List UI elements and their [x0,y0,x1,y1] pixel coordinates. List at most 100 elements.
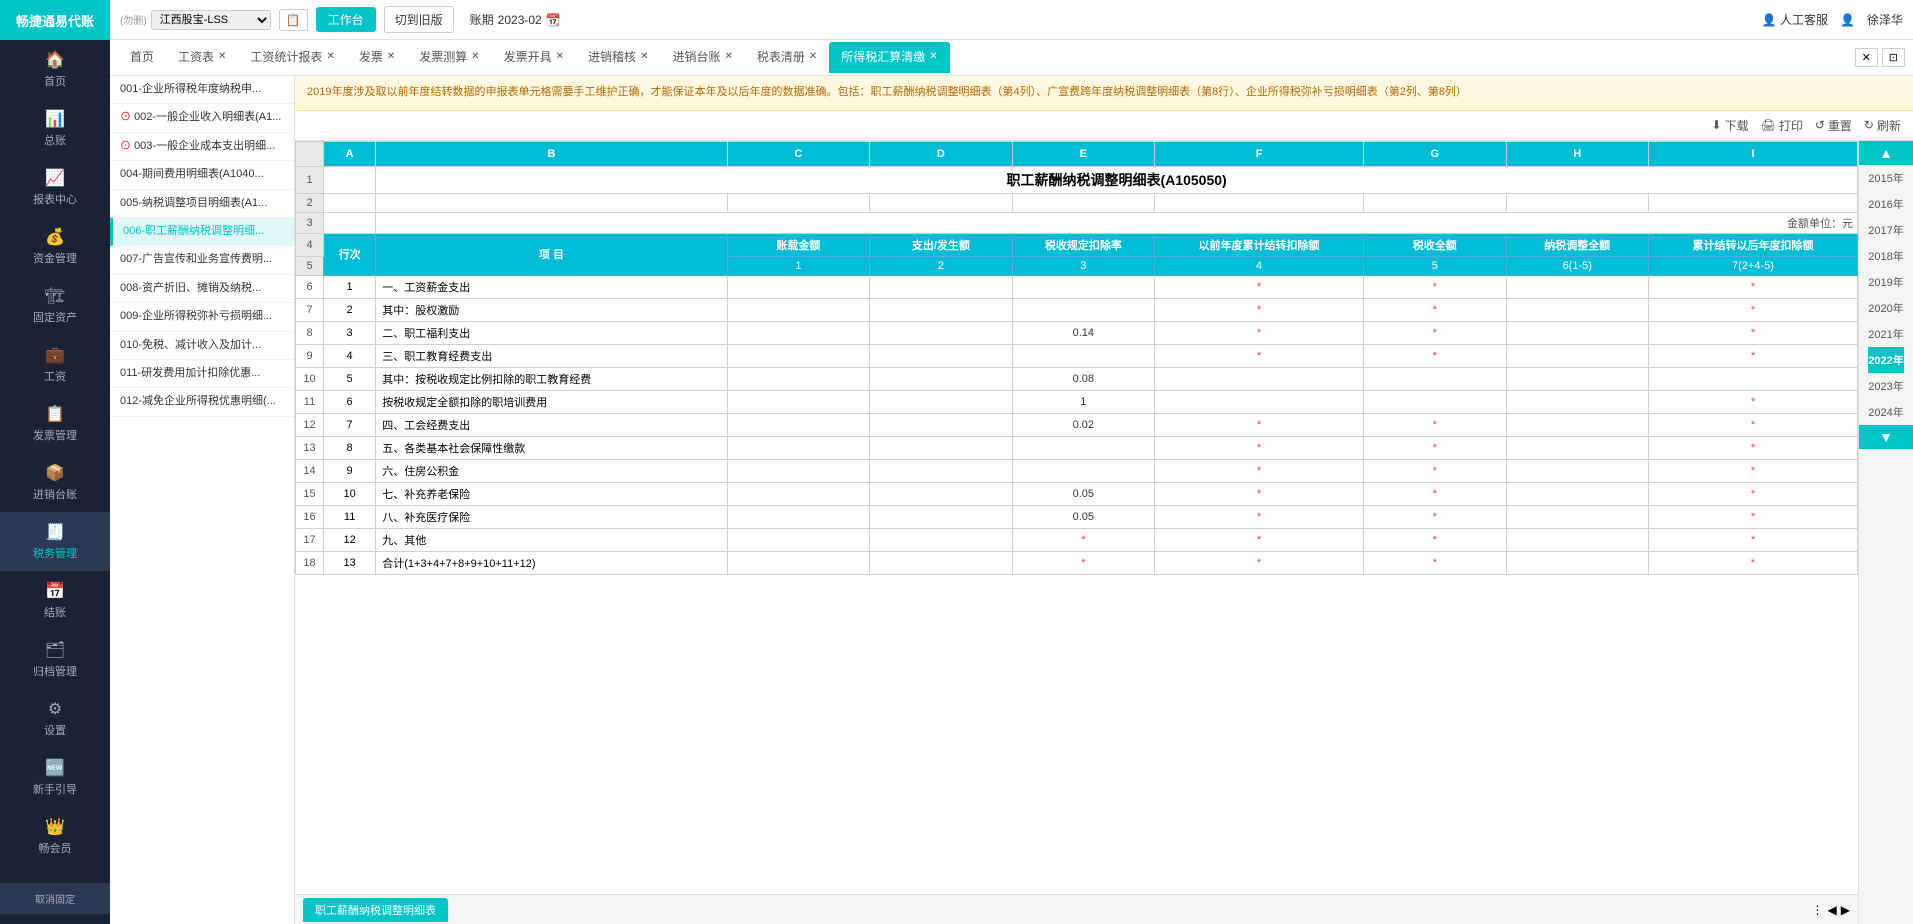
tab-purchase-check[interactable]: 进销稽核 ✕ [576,42,660,73]
cell-c1[interactable] [727,436,869,459]
cell-c3[interactable] [1012,275,1154,298]
scroll-left-icon[interactable]: ◀ [1828,903,1837,917]
sidebar-item-ledger[interactable]: 📊 总账 [0,99,110,158]
cell-c3[interactable]: 0.02 [1012,413,1154,436]
year-btn-2022年[interactable]: 2022年 [1868,347,1903,373]
cell-c6[interactable] [1506,298,1648,321]
cell-label[interactable]: 四、工会经费支出 [376,413,727,436]
cell-c1[interactable] [727,298,869,321]
cell-c5[interactable]: * [1364,275,1506,298]
sidebar-item-settings[interactable]: ⚙ 设置 [0,689,110,748]
switch-btn[interactable]: 切到旧版 [384,6,454,33]
cell-c5[interactable]: * [1364,298,1506,321]
list-item-012[interactable]: 012-减免企业所得税优惠明细(... [110,388,294,416]
cell-c4[interactable]: * [1155,505,1364,528]
cell-c6[interactable] [1506,275,1648,298]
cell-c6[interactable] [1506,344,1648,367]
cell-c7[interactable]: * [1648,482,1857,505]
cell-label[interactable]: 六、住房公积金 [376,459,727,482]
year-btn-2017年[interactable]: 2017年 [1868,217,1903,243]
cell-c6[interactable] [1506,459,1648,482]
tab-invoice-open-close[interactable]: ✕ [556,51,564,62]
cell-c4[interactable]: * [1155,321,1364,344]
list-item-011[interactable]: 011-研发费用加计扣除优惠... [110,360,294,388]
year-btn-2024年[interactable]: 2024年 [1868,399,1903,425]
cell-c1[interactable] [727,413,869,436]
cell-c5[interactable]: * [1364,321,1506,344]
cell-c4[interactable]: * [1155,344,1364,367]
cell-c2[interactable] [870,436,1012,459]
sidebar-item-invoice-mgmt[interactable]: 📋 发票管理 [0,394,110,453]
cell-label[interactable]: 其中：按税收规定比例扣除的职工教育经费 [376,367,727,390]
year-btn-2018年[interactable]: 2018年 [1868,243,1903,269]
cell-c4[interactable]: * [1155,459,1364,482]
tab-tax-register-close[interactable]: ✕ [809,51,817,62]
print-btn[interactable]: 🖨 打印 [1761,117,1803,134]
cell-c2[interactable] [870,482,1012,505]
list-item-009[interactable]: 009-企业所得税弥补亏损明细... [110,303,294,331]
cell-c3[interactable]: * [1012,528,1154,551]
cell-c1[interactable] [727,275,869,298]
cell-c1[interactable] [727,505,869,528]
cell-c2[interactable] [870,321,1012,344]
cell-c5[interactable]: * [1364,482,1506,505]
list-item-003[interactable]: ⊙ 003-一般企业成本支出明细... [110,133,294,161]
cell-c7[interactable]: * [1648,275,1857,298]
cell-label[interactable]: 按税收规定全额扣除的职培训费用 [376,390,727,413]
year-btn-2019年[interactable]: 2019年 [1868,269,1903,295]
tab-invoice-open[interactable]: 发票开具 ✕ [492,42,576,73]
cell-c7[interactable]: * [1648,551,1857,574]
year-down-btn[interactable]: ▼ [1859,425,1913,449]
cell-c5[interactable]: * [1364,459,1506,482]
close-tab-btn[interactable]: ✕ [1855,48,1878,67]
tab-payroll-report-close[interactable]: ✕ [326,51,334,62]
cell-c1[interactable] [727,528,869,551]
workspace-btn[interactable]: 工作台 [316,7,376,32]
cell-c3[interactable]: 0.08 [1012,367,1154,390]
reset-btn[interactable]: ↺ 重置 [1815,117,1852,134]
copy-btn[interactable]: 📋 [279,9,308,31]
cell-c1[interactable] [727,551,869,574]
tab-invoice[interactable]: 发票 ✕ [347,42,407,73]
cell-c7[interactable]: * [1648,321,1857,344]
cell-c6[interactable] [1506,505,1648,528]
year-btn-2020年[interactable]: 2020年 [1868,295,1903,321]
cell-c2[interactable] [870,367,1012,390]
tab-payroll-report[interactable]: 工资统计报表 ✕ [238,42,346,73]
cell-c7[interactable]: * [1648,344,1857,367]
cell-c1[interactable] [727,344,869,367]
cell-c7[interactable]: * [1648,413,1857,436]
tab-invoice-close[interactable]: ✕ [387,51,395,62]
sidebar-item-close[interactable]: 📅 结账 [0,571,110,630]
cell-c2[interactable] [870,275,1012,298]
cell-label[interactable]: 八、补充医疗保险 [376,505,727,528]
calendar-icon[interactable]: 📆 [546,13,561,27]
cell-c3[interactable]: * [1012,551,1154,574]
cell-c2[interactable] [870,390,1012,413]
refresh-btn[interactable]: ↻ 刷新 [1864,117,1901,134]
cancel-fixed-btn[interactable]: 取消固定 [0,883,110,914]
cell-c5[interactable]: * [1364,505,1506,528]
cell-c3[interactable]: 1 [1012,390,1154,413]
cell-c6[interactable] [1506,321,1648,344]
sidebar-item-reports[interactable]: 📈 报表中心 [0,158,110,217]
cell-c3[interactable]: 0.14 [1012,321,1154,344]
cell-c7[interactable]: * [1648,436,1857,459]
cell-c3[interactable]: 0.05 [1012,505,1154,528]
cell-c1[interactable] [727,459,869,482]
cell-c1[interactable] [727,482,869,505]
cell-c5[interactable]: * [1364,551,1506,574]
list-item-006[interactable]: 006-职工薪酬纳税调整明细... [110,218,294,246]
list-item-010[interactable]: 010-免税、减计收入及加计... [110,332,294,360]
company-dropdown[interactable]: 江西股宝-LSS [151,10,271,30]
cell-c6[interactable] [1506,551,1648,574]
tab-income-tax-close[interactable]: ✕ [929,51,937,62]
sidebar-item-purchase-sales[interactable]: 📦 进销台账 [0,453,110,512]
cell-c7[interactable]: * [1648,298,1857,321]
sidebar-item-archive[interactable]: 🗂 归档管理 [0,630,110,689]
support-btn[interactable]: 👤 人工客服 [1762,11,1828,28]
cell-c5[interactable] [1364,367,1506,390]
cell-c1[interactable] [727,367,869,390]
list-item-008[interactable]: 008-资产折旧、摊销及纳税... [110,275,294,303]
cell-c2[interactable] [870,413,1012,436]
